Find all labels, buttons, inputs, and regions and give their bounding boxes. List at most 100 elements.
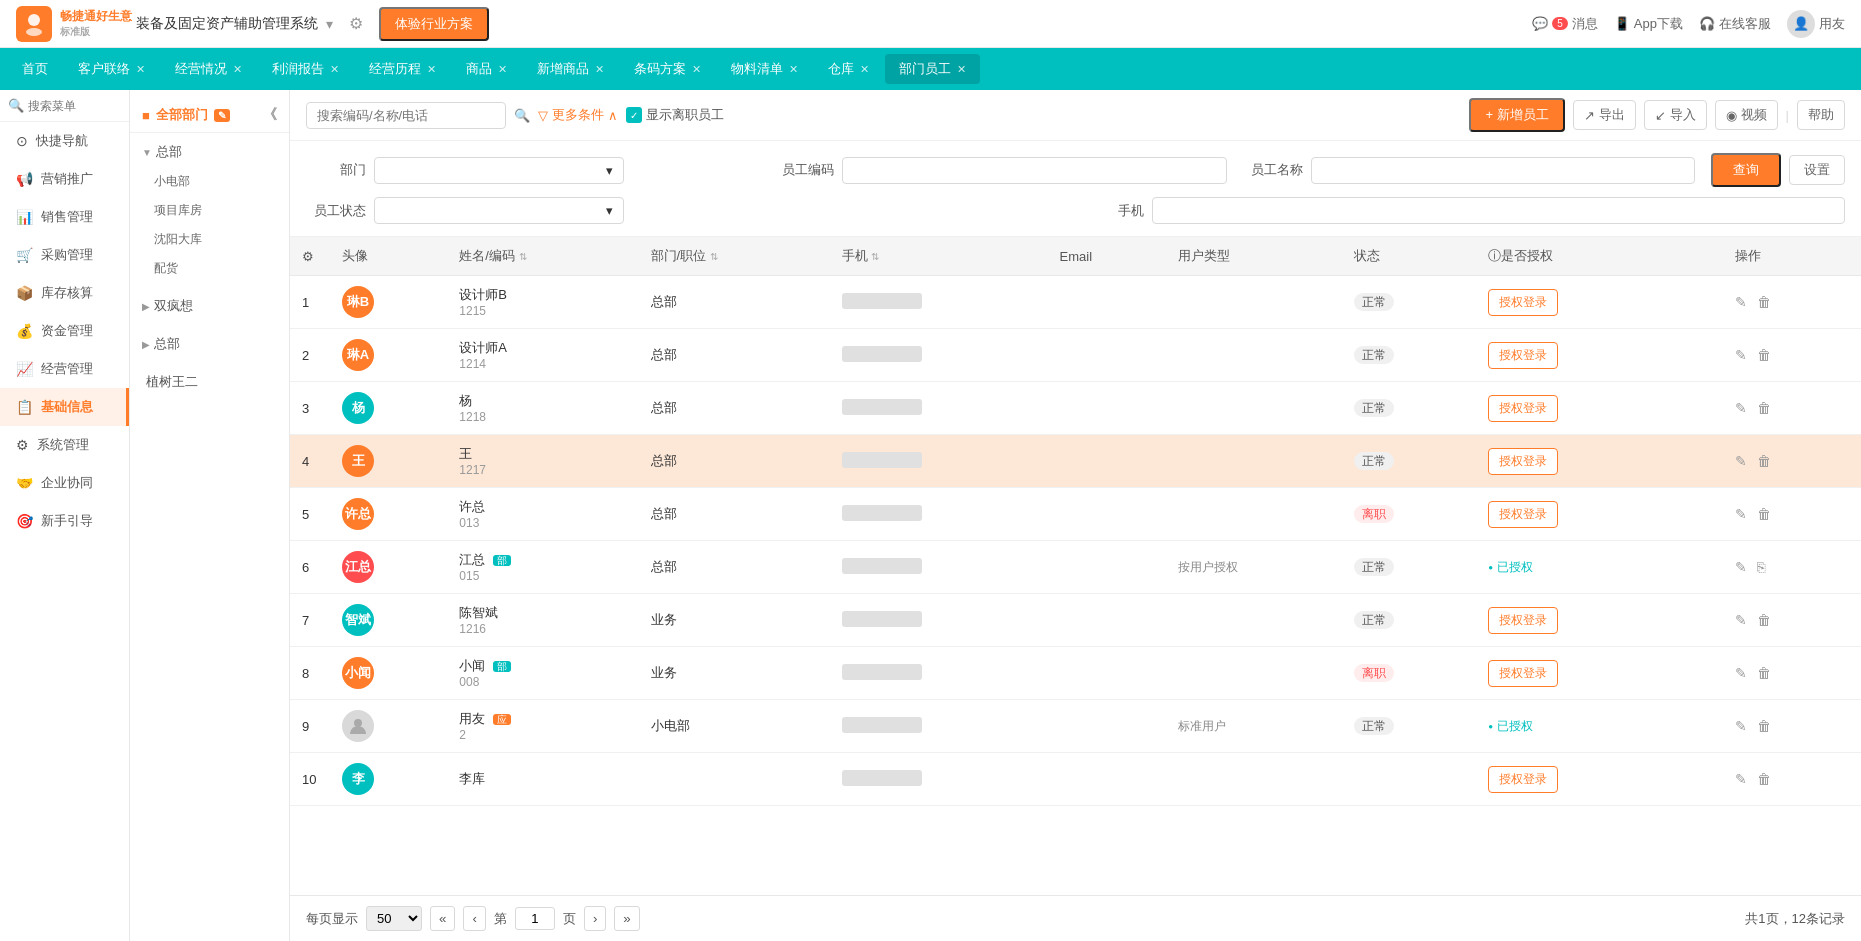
message-button[interactable]: 💬 5 消息 <box>1532 15 1598 33</box>
per-page-select[interactable]: 50 100 200 <box>366 906 422 931</box>
sidebar-item-management[interactable]: 📈 经营管理 <box>0 350 129 388</box>
sidebar-item-guide[interactable]: 🎯 新手引导 <box>0 502 129 540</box>
dept-item-delivery[interactable]: 配货 <box>130 254 289 283</box>
first-page-button[interactable]: « <box>430 906 455 931</box>
nav-close-warehouse[interactable]: ✕ <box>860 63 869 76</box>
auth-button-3[interactable]: 授权登录 <box>1488 395 1558 422</box>
nav-item-barcode[interactable]: 条码方案✕ <box>620 54 715 84</box>
delete-icon-9[interactable]: 🗑 <box>1757 718 1771 734</box>
nav-item-operation[interactable]: 经营情况✕ <box>161 54 256 84</box>
auth-button-10[interactable]: 授权登录 <box>1488 766 1558 793</box>
sidebar-item-system[interactable]: ⚙ 系统管理 <box>0 426 129 464</box>
sidebar-item-collab[interactable]: 🤝 企业协同 <box>0 464 129 502</box>
edit-icon-9[interactable]: ✎ <box>1735 718 1747 734</box>
delete-icon-4[interactable]: 🗑 <box>1757 453 1771 469</box>
copy-icon-6[interactable]: ⎘ <box>1757 559 1765 575</box>
delete-icon-3[interactable]: 🗑 <box>1757 400 1771 416</box>
auth-button-7[interactable]: 授权登录 <box>1488 607 1558 634</box>
import-button[interactable]: ↙ 导入 <box>1644 100 1707 130</box>
settings-icon[interactable]: ⚙ <box>349 14 363 33</box>
delete-icon-5[interactable]: 🗑 <box>1757 506 1771 522</box>
dept-select[interactable]: ▾ <box>374 157 624 184</box>
edit-icon-3[interactable]: ✎ <box>1735 400 1747 416</box>
reset-button[interactable]: 设置 <box>1789 155 1845 185</box>
auth-button-8[interactable]: 授权登录 <box>1488 660 1558 687</box>
dept-group-title-shuangfengxiang[interactable]: ▶ 双疯想 <box>130 291 289 321</box>
dept-group-title-zongbu[interactable]: ▶ 总部 <box>130 329 289 359</box>
dept-edit-icon[interactable]: ✎ <box>214 109 230 122</box>
nav-item-department[interactable]: 部门员工✕ <box>885 54 980 84</box>
nav-item-warehouse[interactable]: 仓库✕ <box>814 54 883 84</box>
sidebar-item-finance[interactable]: 💰 资金管理 <box>0 312 129 350</box>
status-select[interactable]: ▾ <box>374 197 624 224</box>
nav-close-new-goods[interactable]: ✕ <box>595 63 604 76</box>
sidebar-item-marketing[interactable]: 📢 营销推广 <box>0 160 129 198</box>
nav-item-home[interactable]: 首页 <box>8 54 62 84</box>
auth-button-4[interactable]: 授权登录 <box>1488 448 1558 475</box>
dept-collapse-button[interactable]: 《 <box>263 106 277 124</box>
current-page-input[interactable] <box>515 907 555 930</box>
nav-item-new-goods[interactable]: 新增商品✕ <box>523 54 618 84</box>
add-employee-button[interactable]: + 新增员工 <box>1469 98 1564 132</box>
last-page-button[interactable]: » <box>614 906 639 931</box>
edit-icon-2[interactable]: ✎ <box>1735 347 1747 363</box>
delete-icon-8[interactable]: 🗑 <box>1757 665 1771 681</box>
nav-item-customer[interactable]: 客户联络✕ <box>64 54 159 84</box>
col-phone[interactable]: 手机 ⇅ <box>830 237 1048 276</box>
nav-close-bom[interactable]: ✕ <box>789 63 798 76</box>
col-settings[interactable]: ⚙ <box>290 237 330 276</box>
nav-close-customer[interactable]: ✕ <box>136 63 145 76</box>
nav-item-goods[interactable]: 商品✕ <box>452 54 521 84</box>
edit-icon-5[interactable]: ✎ <box>1735 506 1747 522</box>
edit-icon-8[interactable]: ✎ <box>1735 665 1747 681</box>
next-page-button[interactable]: › <box>584 906 606 931</box>
employee-code-input[interactable] <box>842 157 1226 184</box>
user-area[interactable]: 👤 用友 <box>1787 10 1845 38</box>
sidebar-search-input[interactable] <box>28 99 130 113</box>
phone-input[interactable] <box>1152 197 1846 224</box>
delete-icon-2[interactable]: 🗑 <box>1757 347 1771 363</box>
nav-close-barcode[interactable]: ✕ <box>692 63 701 76</box>
app-download-button[interactable]: 📱 App下载 <box>1614 15 1683 33</box>
delete-icon-10[interactable]: 🗑 <box>1757 771 1771 787</box>
delete-icon-1[interactable]: 🗑 <box>1757 294 1771 310</box>
trial-button[interactable]: 体验行业方案 <box>379 7 489 41</box>
sidebar-item-purchase[interactable]: 🛒 采购管理 <box>0 236 129 274</box>
dept-group-title-headquarters[interactable]: ▼ 总部 <box>130 137 289 167</box>
help-button[interactable]: 帮助 <box>1797 100 1845 130</box>
online-service-button[interactable]: 🎧 在线客服 <box>1699 15 1771 33</box>
nav-close-operation[interactable]: ✕ <box>233 63 242 76</box>
dept-item-xiaodibu[interactable]: 小电部 <box>130 167 289 196</box>
sidebar-item-inventory[interactable]: 📦 库存核算 <box>0 274 129 312</box>
dept-item-shenyang[interactable]: 沈阳大库 <box>130 225 289 254</box>
show-leaving-toggle[interactable]: ✓ 显示离职员工 <box>626 106 724 124</box>
edit-icon-10[interactable]: ✎ <box>1735 771 1747 787</box>
system-dropdown-arrow[interactable]: ▾ <box>326 16 333 32</box>
col-name[interactable]: 姓名/编码 ⇅ <box>447 237 638 276</box>
delete-icon-7[interactable]: 🗑 <box>1757 612 1771 628</box>
nav-item-bom[interactable]: 物料清单✕ <box>717 54 812 84</box>
auth-button-2[interactable]: 授权登录 <box>1488 342 1558 369</box>
edit-icon-1[interactable]: ✎ <box>1735 294 1747 310</box>
edit-icon-7[interactable]: ✎ <box>1735 612 1747 628</box>
col-dept[interactable]: 部门/职位 ⇅ <box>639 237 830 276</box>
search-icon[interactable]: 🔍 <box>514 108 530 123</box>
employee-name-input[interactable] <box>1311 157 1695 184</box>
nav-item-history[interactable]: 经营历程✕ <box>355 54 450 84</box>
export-button[interactable]: ↗ 导出 <box>1573 100 1636 130</box>
auth-button-1[interactable]: 授权登录 <box>1488 289 1558 316</box>
nav-close-goods[interactable]: ✕ <box>498 63 507 76</box>
more-filter-button[interactable]: ▽ 更多条件 ∧ <box>538 106 618 124</box>
query-button[interactable]: 查询 <box>1711 153 1781 187</box>
search-input[interactable] <box>306 102 506 129</box>
nav-item-profit[interactable]: 利润报告✕ <box>258 54 353 84</box>
auth-button-5[interactable]: 授权登录 <box>1488 501 1558 528</box>
nav-close-profit[interactable]: ✕ <box>330 63 339 76</box>
edit-icon-4[interactable]: ✎ <box>1735 453 1747 469</box>
view-button[interactable]: ◉ 视频 <box>1715 100 1778 130</box>
sidebar-item-shortcuts[interactable]: ⊙ 快捷导航 <box>0 122 129 160</box>
nav-close-history[interactable]: ✕ <box>427 63 436 76</box>
sidebar-item-sales[interactable]: 📊 销售管理 <box>0 198 129 236</box>
dept-group-title-zhishuwanger[interactable]: 植树王二 <box>130 367 289 397</box>
prev-page-button[interactable]: ‹ <box>463 906 485 931</box>
